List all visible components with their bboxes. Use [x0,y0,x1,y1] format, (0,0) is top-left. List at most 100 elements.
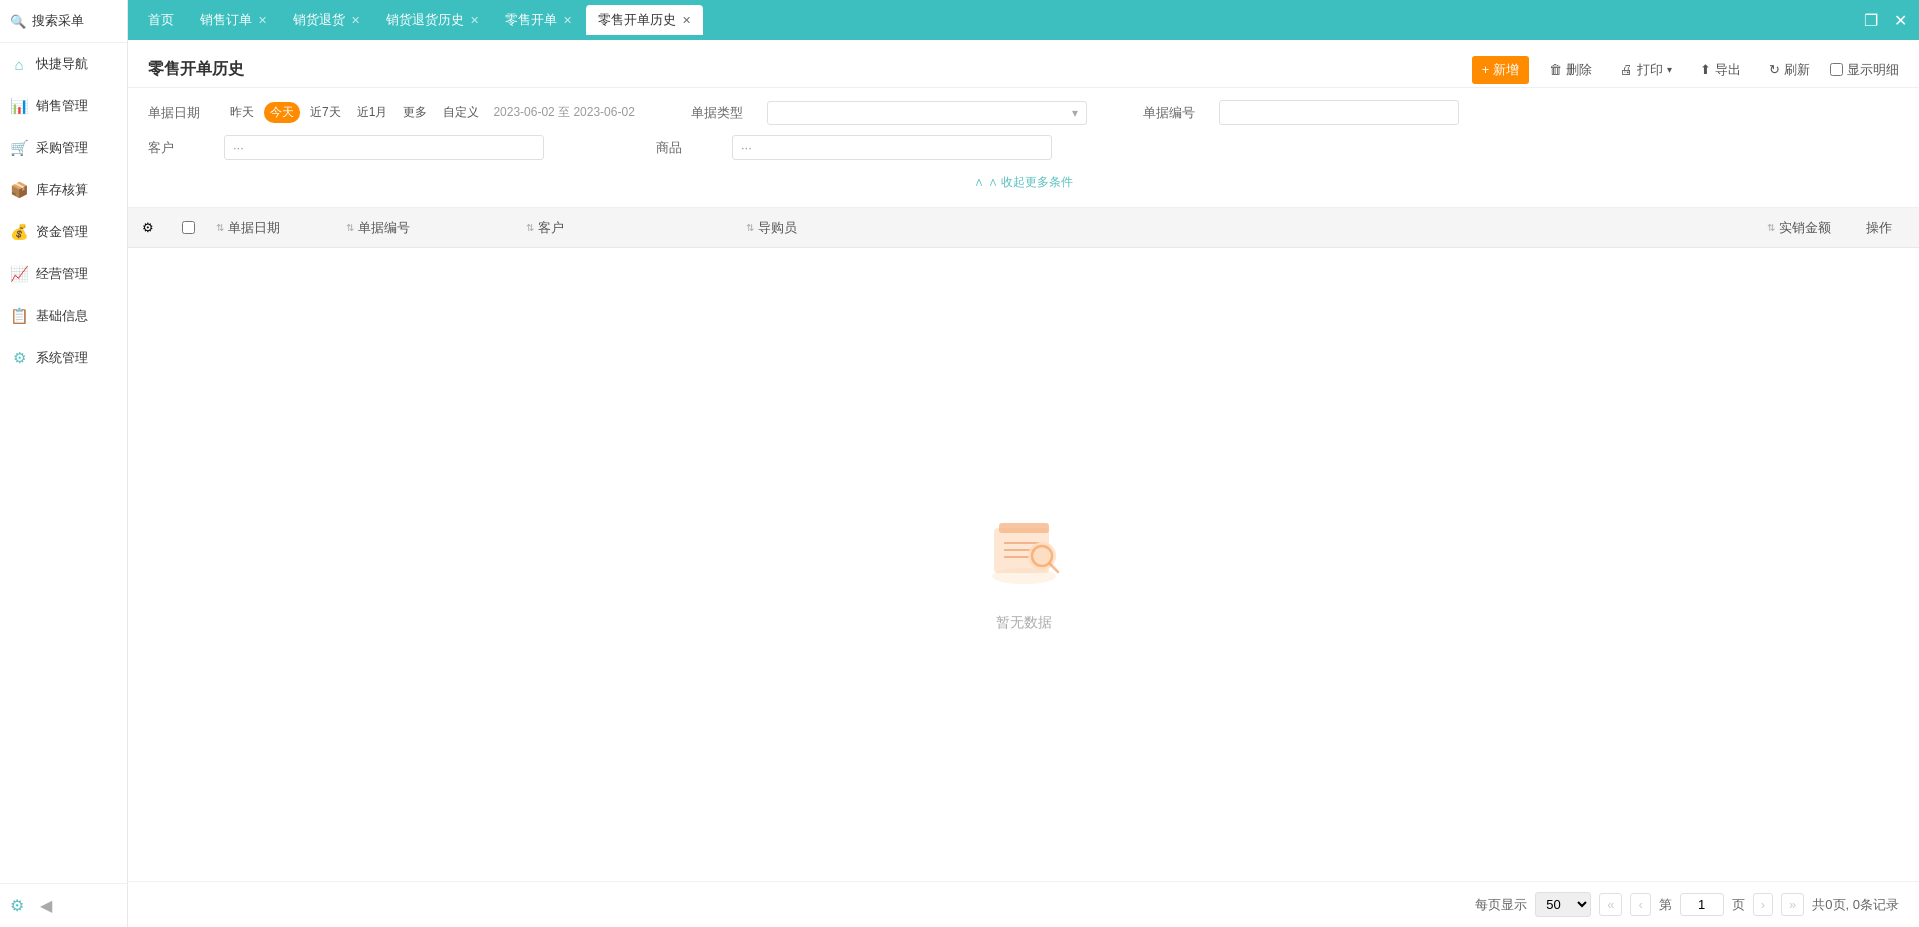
last-page-btn[interactable]: » [1781,893,1804,916]
date-range-display: 2023-06-02 至 2023-06-02 [493,104,634,121]
goods-input[interactable]: ··· [732,135,1052,160]
sidebar-item-label: 基础信息 [36,307,88,325]
th-op-label: 操作 [1866,219,1892,237]
date-filter-label: 单据日期 [148,104,208,122]
filter-area: 单据日期 昨天 今天 近7天 近1月 更多 自定义 2023-06-02 至 2… [128,88,1919,208]
sidebar-item-finance[interactable]: 💰 资金管理 [0,211,127,253]
show-detail-checkbox[interactable]: 显示明细 [1830,61,1899,79]
last7days-btn[interactable]: 近7天 [304,102,347,123]
th-date-sort-icon: ⇅ [216,222,224,233]
sidebar-item-operations[interactable]: 📈 经营管理 [0,253,127,295]
empty-illustration [974,498,1074,598]
th-date[interactable]: ⇅ 单据日期 [208,219,338,237]
tab-retail-open-history-close[interactable]: ✕ [682,14,691,27]
today-btn[interactable]: 今天 [264,102,300,123]
column-settings-icon[interactable]: ⚙ [128,220,168,235]
tab-sales-return-close[interactable]: ✕ [351,14,360,27]
per-page-select[interactable]: 50 20 100 [1535,892,1591,917]
page-title: 零售开单历史 [148,59,244,80]
search-icon: 🔍 [10,14,26,29]
sidebar-bottom: ⚙ ◀ [0,883,127,927]
page-input[interactable] [1680,893,1724,916]
th-amount-sort-icon: ⇅ [1767,222,1775,233]
th-customer-sort-icon: ⇅ [526,222,534,233]
add-button[interactable]: + 新增 [1472,56,1529,84]
empty-state: 暂无数据 [128,248,1919,881]
doc-type-select[interactable]: ▾ [767,101,1087,125]
operations-icon: 📈 [10,265,28,283]
sidebar-item-label: 库存核算 [36,181,88,199]
th-guide[interactable]: ⇅ 导购员 [738,219,888,237]
sysmgmt-icon: ⚙ [10,349,28,367]
th-sn-label: 单据编号 [358,219,410,237]
th-amount[interactable]: ⇅ 实销金额 [1709,219,1839,237]
select-all-checkbox[interactable] [168,221,208,234]
print-button[interactable]: 🖨 打印 ▾ [1612,57,1680,83]
next-page-btn[interactable]: › [1753,893,1773,916]
yesterday-btn[interactable]: 昨天 [224,102,260,123]
last1month-btn[interactable]: 近1月 [351,102,394,123]
export-icon: ⬆ [1700,62,1711,77]
prev-page-btn[interactable]: ‹ [1630,893,1650,916]
tab-home[interactable]: 首页 [136,5,186,35]
sales-icon: 📊 [10,97,28,115]
window-restore-icon[interactable]: ❐ [1860,7,1882,34]
collapse-sidebar-icon[interactable]: ◀ [40,896,52,915]
th-amount-label: 实销金额 [1779,219,1831,237]
tab-sales-return-history-close[interactable]: ✕ [470,14,479,27]
svg-line-8 [1050,564,1058,572]
sidebar-item-sys-mgmt[interactable]: ⚙ 系统管理 [0,337,127,379]
content-header: 零售开单历史 + 新增 🗑 🗑 删除 删除 🖨 打印 ▾ ⬆ 导出 ↻ 刷新 [128,40,1919,88]
tab-sales-return-label: 销货退货 [293,11,345,29]
sidebar-search-label: 搜索采单 [32,12,84,30]
inventory-icon: 📦 [10,181,28,199]
tab-retail-open-close[interactable]: ✕ [563,14,572,27]
purchase-icon: 🛒 [10,139,28,157]
sidebar-item-label: 销售管理 [36,97,88,115]
tab-bar-controls: ❐ ✕ [1860,7,1911,34]
refresh-button[interactable]: ↻ 刷新 [1761,57,1818,83]
doc-type-label: 单据类型 [691,104,751,122]
home-icon: ⌂ [10,55,28,73]
sidebar-search[interactable]: 🔍 搜索采单 [0,0,127,43]
collapse-label: ∧ 收起更多条件 [988,175,1073,189]
export-button[interactable]: ⬆ 导出 [1692,57,1749,83]
select-all-input[interactable] [182,221,195,234]
toolbar: + 新增 🗑 🗑 删除 删除 🖨 打印 ▾ ⬆ 导出 ↻ 刷新 显示明细 [1472,56,1899,84]
first-page-btn[interactable]: « [1599,893,1622,916]
tab-sales-return[interactable]: 销货退货 ✕ [281,5,372,35]
filter-row-1: 单据日期 昨天 今天 近7天 近1月 更多 自定义 2023-06-02 至 2… [148,100,1899,125]
sidebar-item-quick-nav[interactable]: ⌂ 快捷导航 [0,43,127,85]
th-op: 操作 [1839,219,1919,237]
more-btn[interactable]: 更多 [397,102,433,123]
svg-rect-2 [999,523,1049,533]
current-page-label: 第 [1659,896,1672,914]
th-customer[interactable]: ⇅ 客户 [518,219,738,237]
tab-sales-order[interactable]: 销售订单 ✕ [188,5,279,35]
doc-number-input[interactable] [1219,100,1459,125]
sidebar-item-basic-info[interactable]: 📋 基础信息 [0,295,127,337]
th-customer-label: 客户 [538,219,564,237]
settings-icon[interactable]: ⚙ [10,896,24,915]
tab-retail-open[interactable]: 零售开单 ✕ [493,5,584,35]
custom-btn[interactable]: 自定义 [437,102,485,123]
sidebar-item-label: 采购管理 [36,139,88,157]
sidebar-item-purchase-mgmt[interactable]: 🛒 采购管理 [0,127,127,169]
tab-sales-return-history[interactable]: 销货退货历史 ✕ [374,5,491,35]
basicinfo-icon: 📋 [10,307,28,325]
main-area: 首页 销售订单 ✕ 销货退货 ✕ 销货退货历史 ✕ 零售开单 ✕ 零售开单历史 … [128,0,1919,927]
sidebar-item-label: 快捷导航 [36,55,88,73]
delete-button[interactable]: 🗑 🗑 删除 删除 [1541,57,1600,83]
sidebar-item-inventory[interactable]: 📦 库存核算 [0,169,127,211]
tab-retail-open-label: 零售开单 [505,11,557,29]
customer-input[interactable]: ··· [224,135,544,160]
sidebar-item-sales-mgmt[interactable]: 📊 销售管理 [0,85,127,127]
tab-retail-open-history[interactable]: 零售开单历史 ✕ [586,5,703,35]
collapse-filter-btn[interactable]: ∧ ∧ 收起更多条件 [148,170,1899,195]
tab-sales-order-close[interactable]: ✕ [258,14,267,27]
show-detail-input[interactable] [1830,63,1843,76]
show-detail-label: 显示明细 [1847,61,1899,79]
tab-sales-return-history-label: 销货退货历史 [386,11,464,29]
th-sn[interactable]: ⇅ 单据编号 [338,219,518,237]
window-close-icon[interactable]: ✕ [1890,7,1911,34]
